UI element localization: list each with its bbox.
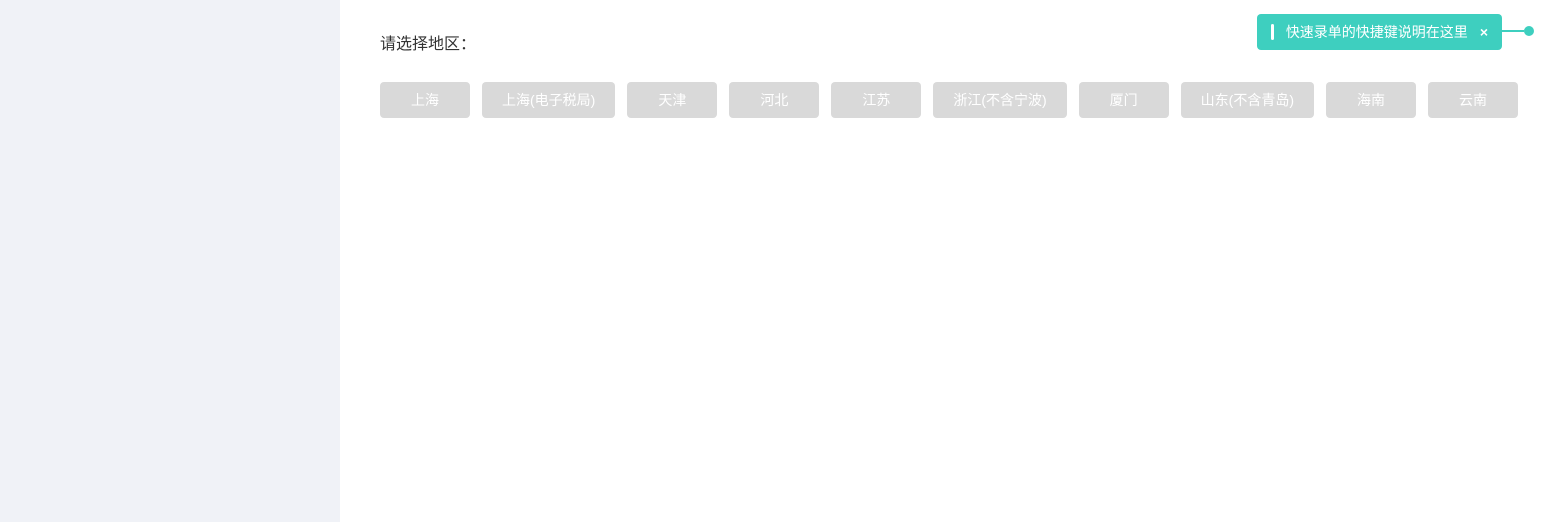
left-sidebar bbox=[0, 0, 340, 522]
region-btn-zhejiang[interactable]: 浙江(不含宁波) bbox=[933, 82, 1066, 118]
main-content: 快速录单的快捷键说明在这里 × 请选择地区： 上海 上海(电子税局) 天津 河北… bbox=[340, 0, 1562, 522]
region-btn-tianjin[interactable]: 天津 bbox=[627, 82, 717, 118]
region-btn-xiamen[interactable]: 厦门 bbox=[1079, 82, 1169, 118]
tooltip-text: 快速录单的快捷键说明在这里 bbox=[1286, 22, 1468, 42]
tooltip-banner: 快速录单的快捷键说明在这里 × bbox=[1257, 14, 1502, 50]
tooltip-connector-line bbox=[1502, 30, 1524, 32]
region-btn-hainan[interactable]: 海南 bbox=[1326, 82, 1416, 118]
region-buttons-container: 上海 上海(电子税局) 天津 河北 江苏 浙江(不含宁波) 厦门 山东(不含青岛… bbox=[380, 82, 1522, 118]
region-btn-hebei[interactable]: 河北 bbox=[729, 82, 819, 118]
region-btn-shandong[interactable]: 山东(不含青岛) bbox=[1181, 82, 1314, 118]
tooltip-connector-dot bbox=[1524, 26, 1534, 36]
region-btn-yunnan[interactable]: 云南 bbox=[1428, 82, 1518, 118]
tooltip-close-button[interactable]: × bbox=[1480, 24, 1488, 40]
region-btn-shanghai-etax[interactable]: 上海(电子税局) bbox=[482, 82, 615, 118]
region-btn-jiangsu[interactable]: 江苏 bbox=[831, 82, 921, 118]
region-btn-shanghai[interactable]: 上海 bbox=[380, 82, 470, 118]
